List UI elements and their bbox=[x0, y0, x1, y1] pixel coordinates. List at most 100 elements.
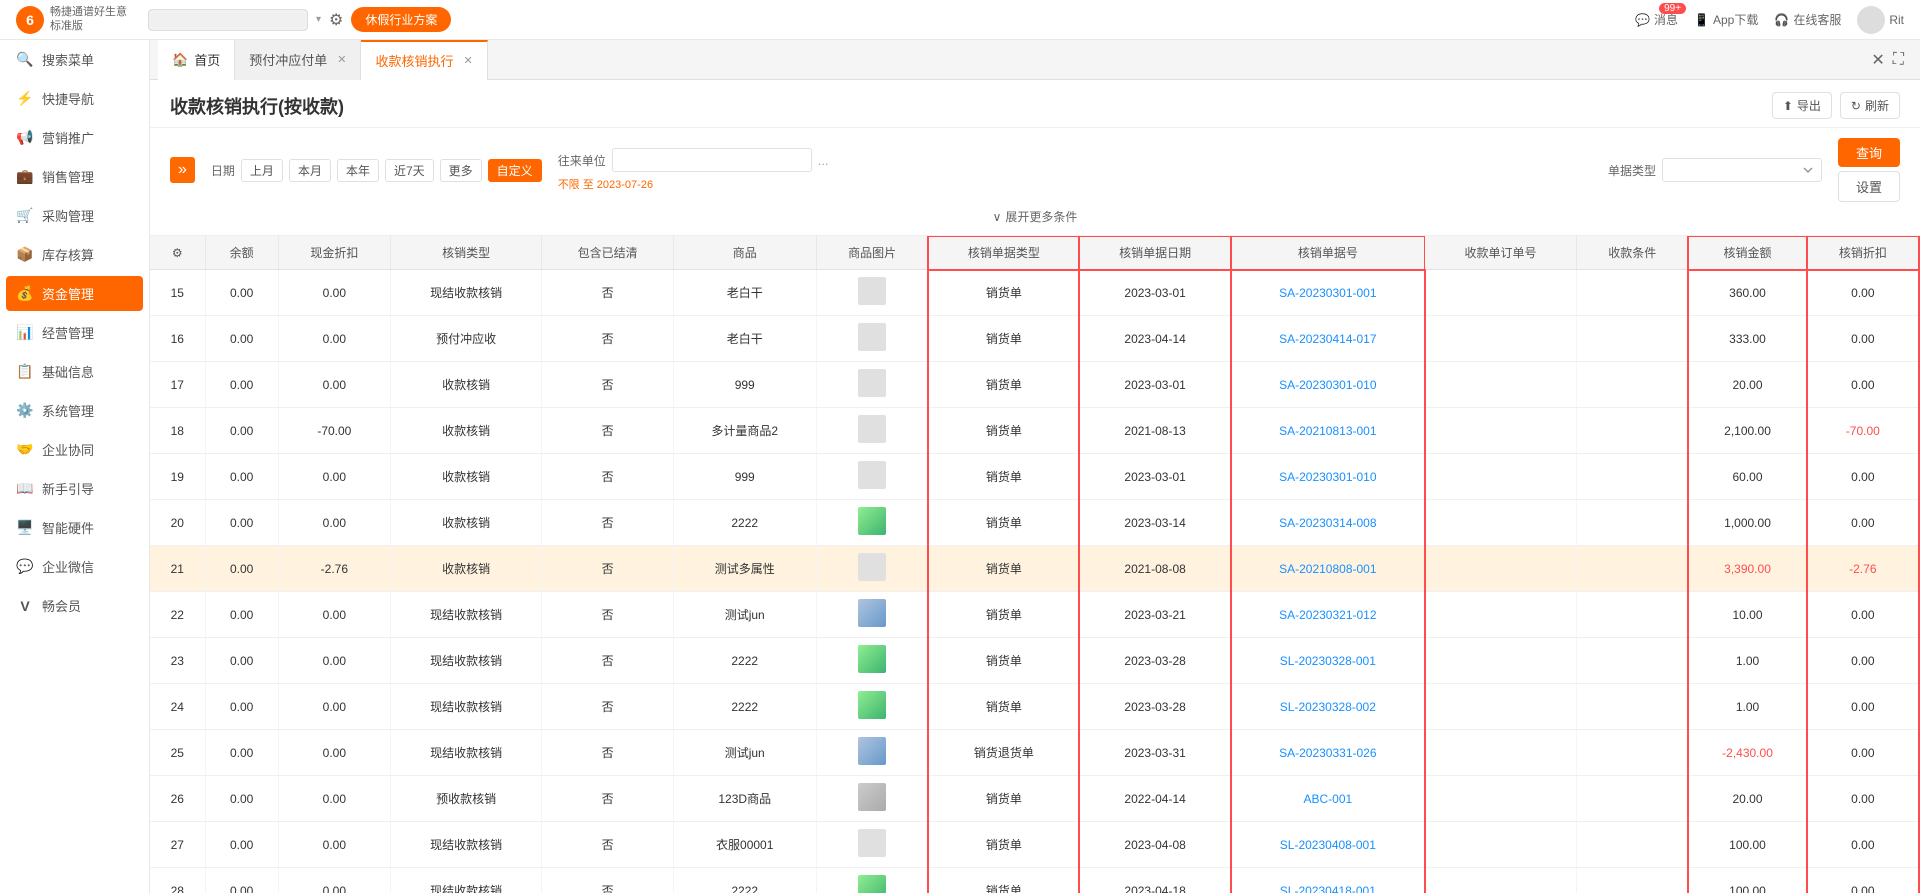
bill-no-link[interactable]: SA-20210813-001 bbox=[1279, 424, 1376, 438]
row-product-img bbox=[816, 362, 928, 408]
tab-close-verify[interactable]: ✕ bbox=[463, 54, 472, 67]
table-row: 17 0.00 0.00 收款核销 否 999 销货单 2023-03-01 S… bbox=[150, 362, 1919, 408]
this-year-btn[interactable]: 本年 bbox=[337, 159, 379, 182]
breadcrumb-input[interactable] bbox=[148, 9, 308, 31]
row-cash-discount: 0.00 bbox=[278, 684, 390, 730]
row-verify-type: 现结收款核销 bbox=[390, 592, 541, 638]
row-product: 多计量商品2 bbox=[673, 408, 816, 454]
row-bill-date: 2023-03-28 bbox=[1079, 638, 1230, 684]
row-bill-no[interactable]: SA-20230301-010 bbox=[1231, 362, 1425, 408]
export-button[interactable]: ⬆ 导出 bbox=[1772, 92, 1832, 119]
filter-collapse-button[interactable]: » bbox=[170, 157, 195, 183]
row-bill-no[interactable]: SA-20210813-001 bbox=[1231, 408, 1425, 454]
row-verify-amount: 100.00 bbox=[1688, 868, 1806, 893]
sidebar-item-purchase[interactable]: 🛒 采购管理 bbox=[0, 196, 149, 235]
bill-no-link[interactable]: SL-20230418-001 bbox=[1280, 884, 1376, 893]
sidebar-label: 经营管理 bbox=[42, 323, 94, 342]
row-bill-no[interactable]: ABC-001 bbox=[1231, 776, 1425, 822]
row-bill-no[interactable]: SA-20210808-001 bbox=[1231, 546, 1425, 592]
bill-no-link[interactable]: SA-20230301-010 bbox=[1279, 470, 1376, 484]
sidebar: 🔍 搜索菜单 ⚡ 快捷导航 📢 营销推广 💼 销售管理 🛒 采购管理 📦 库存核… bbox=[0, 40, 150, 893]
bill-no-link[interactable]: SL-20230408-001 bbox=[1280, 838, 1376, 852]
bill-no-link[interactable]: SA-20210808-001 bbox=[1279, 562, 1376, 576]
table-wrap[interactable]: ⚙ 余额 现金折扣 核销类型 包含已结清 商品 商品图片 核销单据类型 核销单据… bbox=[150, 236, 1920, 893]
counterpart-input[interactable] bbox=[612, 148, 812, 172]
sidebar-item-management[interactable]: 📊 经营管理 bbox=[0, 313, 149, 352]
tab-close-prepay[interactable]: ✕ bbox=[337, 53, 346, 66]
row-included: 否 bbox=[542, 362, 674, 408]
user-area[interactable]: Rit bbox=[1857, 6, 1904, 34]
row-balance: 0.00 bbox=[205, 776, 278, 822]
row-bill-no[interactable]: SL-20230408-001 bbox=[1231, 822, 1425, 868]
refresh-button[interactable]: ↻ 刷新 bbox=[1840, 92, 1900, 119]
voucher-type-select[interactable] bbox=[1662, 158, 1822, 182]
close-tab-button[interactable]: ✕ bbox=[1871, 50, 1884, 70]
sidebar-item-wechat[interactable]: 💬 企业微信 bbox=[0, 547, 149, 586]
sidebar-item-inventory[interactable]: 📦 库存核算 bbox=[0, 235, 149, 274]
tab-verify[interactable]: 收款核销执行 ✕ bbox=[361, 40, 487, 80]
sidebar-item-search[interactable]: 🔍 搜索菜单 bbox=[0, 40, 149, 79]
expand-tab-button[interactable]: ⛶ bbox=[1893, 51, 1904, 69]
sidebar-item-sales[interactable]: 💼 销售管理 bbox=[0, 157, 149, 196]
row-cash-discount: 0.00 bbox=[278, 270, 390, 316]
sidebar-item-finance[interactable]: 💰 资金管理 bbox=[6, 276, 143, 311]
table-row: 25 0.00 0.00 现结收款核销 否 测试jun 销货退货单 2023-0… bbox=[150, 730, 1919, 776]
th-product: 商品 bbox=[673, 236, 816, 270]
more-btn[interactable]: 更多 bbox=[440, 159, 482, 182]
bill-no-link[interactable]: SA-20230321-012 bbox=[1279, 608, 1376, 622]
online-support-button[interactable]: 🎧 在线客服 bbox=[1774, 11, 1841, 28]
row-order-no bbox=[1425, 684, 1576, 730]
row-bill-no[interactable]: SA-20230414-017 bbox=[1231, 316, 1425, 362]
avatar bbox=[1857, 6, 1885, 34]
tab-prepay[interactable]: 预付冲应付单 ✕ bbox=[235, 40, 361, 80]
row-bill-no[interactable]: SA-20230301-010 bbox=[1231, 454, 1425, 500]
gear-icon[interactable]: ⚙ bbox=[329, 10, 343, 30]
bill-no-link[interactable]: SA-20230301-010 bbox=[1279, 378, 1376, 392]
sidebar-item-vip[interactable]: V 畅会员 bbox=[0, 586, 149, 625]
expand-icon: ∨ bbox=[993, 210, 1002, 224]
row-bill-no[interactable]: SA-20230321-012 bbox=[1231, 592, 1425, 638]
custom-btn[interactable]: 自定义 bbox=[488, 159, 542, 182]
bill-no-link[interactable]: SL-20230328-002 bbox=[1280, 700, 1376, 714]
row-product-img bbox=[816, 868, 928, 893]
expand-button[interactable]: ∨ 展开更多条件 bbox=[993, 208, 1078, 225]
row-verify-type: 收款核销 bbox=[390, 408, 541, 454]
row-bill-no[interactable]: SL-20230328-002 bbox=[1231, 684, 1425, 730]
bill-no-link[interactable]: SA-20230314-008 bbox=[1279, 516, 1376, 530]
row-bill-type: 销货单 bbox=[928, 868, 1079, 893]
bill-no-link[interactable]: ABC-001 bbox=[1303, 792, 1352, 806]
sidebar-item-nav[interactable]: ⚡ 快捷导航 bbox=[0, 79, 149, 118]
sidebar-item-guide[interactable]: 📖 新手引导 bbox=[0, 469, 149, 508]
row-bill-no[interactable]: SA-20230301-001 bbox=[1231, 270, 1425, 316]
sidebar-item-collab[interactable]: 🤝 企业协同 bbox=[0, 430, 149, 469]
row-bill-no[interactable]: SL-20230328-001 bbox=[1231, 638, 1425, 684]
tab-home[interactable]: 🏠 首页 bbox=[158, 40, 235, 80]
row-bill-no[interactable]: SL-20230418-001 bbox=[1231, 868, 1425, 893]
last-month-btn[interactable]: 上月 bbox=[241, 159, 283, 182]
row-id: 22 bbox=[150, 592, 205, 638]
sidebar-item-basics[interactable]: 📋 基础信息 bbox=[0, 352, 149, 391]
sidebar-item-hardware[interactable]: 🖥️ 智能硬件 bbox=[0, 508, 149, 547]
row-included: 否 bbox=[542, 776, 674, 822]
product-img bbox=[858, 507, 886, 535]
row-cash-discount: 0.00 bbox=[278, 454, 390, 500]
th-config[interactable]: ⚙ bbox=[150, 236, 205, 270]
this-month-btn[interactable]: 本月 bbox=[289, 159, 331, 182]
row-bill-no[interactable]: SA-20230314-008 bbox=[1231, 500, 1425, 546]
sidebar-item-system[interactable]: ⚙️ 系统管理 bbox=[0, 391, 149, 430]
app-download-button[interactable]: 📱 App下载 bbox=[1694, 11, 1758, 28]
bill-no-link[interactable]: SA-20230301-001 bbox=[1279, 286, 1376, 300]
sidebar-item-marketing[interactable]: 📢 营销推广 bbox=[0, 118, 149, 157]
last7-btn[interactable]: 近7天 bbox=[385, 159, 434, 182]
product-img bbox=[858, 415, 886, 443]
bill-no-link[interactable]: SA-20230331-026 bbox=[1279, 746, 1376, 760]
settings-button[interactable]: 设置 bbox=[1838, 171, 1900, 202]
bill-no-link[interactable]: SL-20230328-001 bbox=[1280, 654, 1376, 668]
holiday-button[interactable]: 休假行业方案 bbox=[351, 7, 451, 32]
message-button[interactable]: 💬 消息 99+ bbox=[1635, 11, 1678, 28]
row-id: 16 bbox=[150, 316, 205, 362]
row-verify-discount: 0.00 bbox=[1807, 362, 1919, 408]
bill-no-link[interactable]: SA-20230414-017 bbox=[1279, 332, 1376, 346]
row-bill-no[interactable]: SA-20230331-026 bbox=[1231, 730, 1425, 776]
query-button[interactable]: 查询 bbox=[1838, 138, 1900, 167]
